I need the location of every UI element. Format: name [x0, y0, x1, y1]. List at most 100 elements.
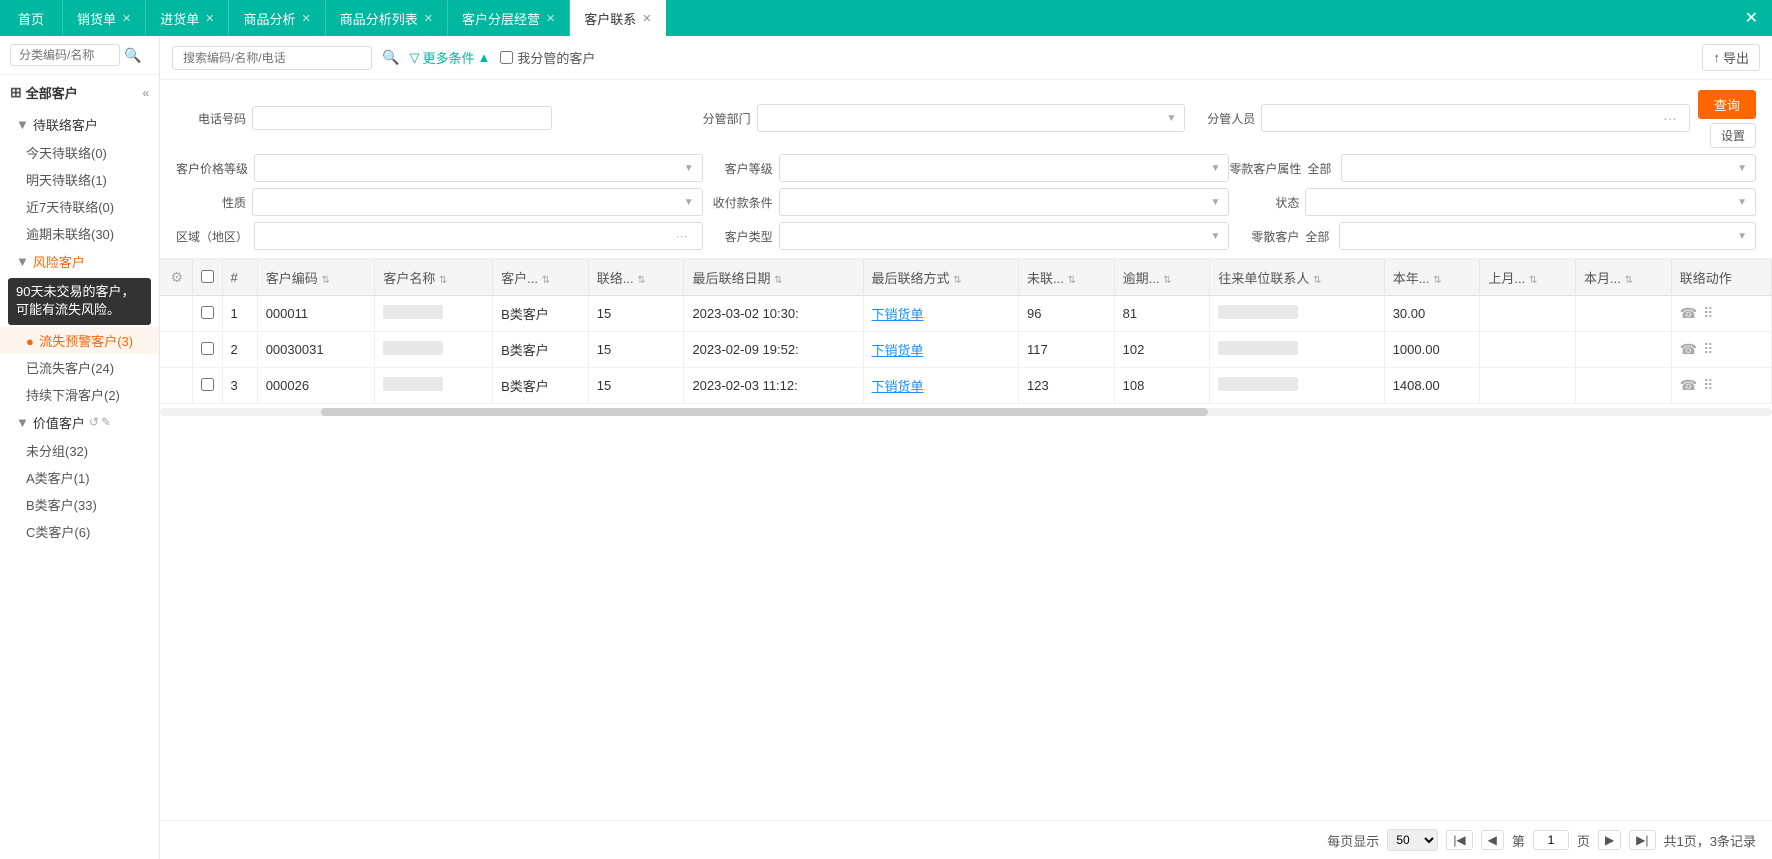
tab-customer-contact[interactable]: 客户联系 ✕	[570, 0, 666, 36]
tab-home[interactable]: 首页	[0, 0, 63, 36]
sidebar-item-churn-warning[interactable]: ● 流失预警客户(3)	[0, 327, 159, 354]
close-product-analysis-tab-icon[interactable]: ✕	[302, 12, 311, 25]
refresh-icon[interactable]: ↺	[89, 415, 99, 429]
close-customer-contact-tab-icon[interactable]: ✕	[642, 12, 651, 25]
td-method-1[interactable]: 下销货单	[863, 296, 1018, 332]
sidebar-item-today-contact[interactable]: 今天待联络(0)	[0, 139, 159, 166]
tab-product-analysis-list[interactable]: 商品分析列表 ✕	[326, 0, 448, 36]
last-page-button[interactable]: ▶|	[1629, 830, 1655, 850]
chevron-down-icon-4: ▼	[1737, 163, 1747, 174]
customer-type-select[interactable]: ▼	[779, 222, 1230, 250]
sidebar-group-value-customers[interactable]: ▼ 价值客户 ↺ ✎	[0, 408, 159, 437]
payment-select[interactable]: ▼	[779, 188, 1230, 216]
th-last-contact-date[interactable]: 最后联络日期 ⇅	[684, 260, 863, 296]
chevron-down-icon-5: ▼	[684, 197, 694, 208]
window-close-button[interactable]: ✕	[1731, 8, 1772, 28]
tab-sales[interactable]: 销货单 ✕	[63, 0, 146, 36]
collapse-sidebar-icon[interactable]: «	[142, 86, 149, 100]
th-overdue[interactable]: 逾期... ⇅	[1114, 260, 1210, 296]
method-link-2[interactable]: 下销货单	[872, 343, 924, 358]
row-checkbox-2[interactable]	[201, 342, 214, 355]
sidebar-item-overdue-contact[interactable]: 逾期未联络(30)	[0, 220, 159, 247]
th-type[interactable]: 客户... ⇅	[493, 260, 589, 296]
more-action-icon-1[interactable]: ⠿	[1703, 305, 1713, 322]
my-customers-checkbox[interactable]	[500, 51, 513, 64]
horizontal-scrollbar[interactable]	[160, 408, 1772, 416]
sidebar-item-tomorrow-contact[interactable]: 明天待联络(1)	[0, 166, 159, 193]
query-button[interactable]: 查询	[1698, 90, 1756, 119]
search-input[interactable]	[172, 46, 372, 70]
close-customer-segmentation-tab-icon[interactable]: ✕	[546, 12, 555, 25]
row-checkbox-1[interactable]	[201, 306, 214, 319]
th-checkbox[interactable]	[192, 260, 222, 296]
more-action-icon-3[interactable]: ⠿	[1703, 377, 1713, 394]
region-select[interactable]: ···	[254, 222, 703, 250]
method-link-1[interactable]: 下销货单	[872, 307, 924, 322]
th-name[interactable]: 客户名称 ⇅	[375, 260, 493, 296]
manager-select[interactable]: ···	[1261, 104, 1690, 132]
th-this-year[interactable]: 本年... ⇅	[1384, 260, 1480, 296]
th-contact[interactable]: 联络... ⇅	[588, 260, 684, 296]
sidebar-search-icon[interactable]: 🔍	[124, 47, 141, 64]
sidebar-item-7days-contact[interactable]: 近7天待联络(0)	[0, 193, 159, 220]
tab-product-analysis[interactable]: 商品分析 ✕	[229, 0, 325, 36]
contact-icon-3[interactable]: ☎	[1680, 377, 1697, 394]
page-number-input[interactable]	[1533, 830, 1569, 850]
first-page-button[interactable]: |◀	[1446, 830, 1472, 850]
zero-attr-select[interactable]: ▼	[1341, 154, 1756, 182]
more-conditions-button[interactable]: ▽ 更多条件 ▲	[409, 48, 490, 67]
th-unit-contact[interactable]: 往来单位联系人 ⇅	[1210, 260, 1384, 296]
per-page-select[interactable]: 50 100 200	[1387, 829, 1438, 851]
td-checkbox-2[interactable]	[192, 332, 222, 368]
th-last-month[interactable]: 上月... ⇅	[1480, 260, 1576, 296]
sidebar-item-churned[interactable]: 已流失客户(24)	[0, 354, 159, 381]
customer-level-select[interactable]: ▼	[779, 154, 1230, 182]
zero-customer-select[interactable]: ▼	[1339, 222, 1756, 250]
filter-field-gender: 性质 ▼	[176, 188, 703, 216]
row-checkbox-3[interactable]	[201, 378, 214, 391]
sidebar-all-customers-header[interactable]: ⊞ 全部客户 «	[0, 75, 159, 110]
close-sales-tab-icon[interactable]: ✕	[122, 12, 131, 25]
contact-icon-1[interactable]: ☎	[1680, 305, 1697, 322]
next-page-button[interactable]: ▶	[1598, 830, 1621, 850]
settings-button[interactable]: 设置	[1710, 123, 1756, 148]
sidebar-group-pending-contact[interactable]: ▼ 待联络客户	[0, 110, 159, 139]
region-ellipsis-icon[interactable]: ···	[670, 229, 694, 243]
td-method-2[interactable]: 下销货单	[863, 332, 1018, 368]
phone-input[interactable]	[252, 106, 552, 130]
close-product-analysis-list-tab-icon[interactable]: ✕	[424, 12, 433, 25]
th-this-month[interactable]: 本月... ⇅	[1576, 260, 1672, 296]
td-checkbox-1[interactable]	[192, 296, 222, 332]
department-select[interactable]: ▼	[757, 104, 1186, 132]
manager-more-icon[interactable]: ···	[1659, 110, 1681, 126]
edit-value-icon[interactable]: ✎	[101, 415, 111, 429]
sidebar-item-class-a[interactable]: A类客户(1)	[0, 464, 159, 491]
sidebar-search-input[interactable]	[10, 44, 120, 66]
sidebar-item-class-c[interactable]: C类客户(6)	[0, 518, 159, 545]
method-link-3[interactable]: 下销货单	[872, 379, 924, 394]
th-uncontacted[interactable]: 未联... ⇅	[1018, 260, 1114, 296]
tab-purchase[interactable]: 进货单 ✕	[146, 0, 229, 36]
contact-icon-2[interactable]: ☎	[1680, 341, 1697, 358]
tab-customer-segmentation[interactable]: 客户分层经营 ✕	[448, 0, 570, 36]
price-level-select[interactable]: ▼	[254, 154, 703, 182]
td-checkbox-3[interactable]	[192, 368, 222, 404]
th-code[interactable]: 客户编码 ⇅	[257, 260, 375, 296]
scrollbar-thumb[interactable]	[321, 408, 1208, 416]
sidebar-item-class-b[interactable]: B类客户(33)	[0, 491, 159, 518]
th-last-contact-method[interactable]: 最后联络方式 ⇅	[863, 260, 1018, 296]
gender-select[interactable]: ▼	[252, 188, 703, 216]
th-settings[interactable]: ⚙	[160, 260, 192, 296]
td-method-3[interactable]: 下销货单	[863, 368, 1018, 404]
close-purchase-tab-icon[interactable]: ✕	[205, 12, 214, 25]
sidebar-item-unclassified[interactable]: 未分组(32)	[0, 437, 159, 464]
sidebar-group-risk-customers[interactable]: ▼ 风险客户	[0, 247, 159, 276]
status-select[interactable]: ▼	[1305, 188, 1756, 216]
filter-search-icon[interactable]: 🔍	[382, 49, 399, 66]
more-action-icon-2[interactable]: ⠿	[1703, 341, 1713, 358]
my-customers-checkbox-label[interactable]: 我分管的客户	[500, 48, 595, 67]
prev-page-button[interactable]: ◀	[1481, 830, 1504, 850]
export-button[interactable]: ↑ 导出	[1702, 44, 1760, 71]
sidebar-item-declining[interactable]: 持续下滑客户(2)	[0, 381, 159, 408]
select-all-checkbox[interactable]	[201, 270, 214, 283]
